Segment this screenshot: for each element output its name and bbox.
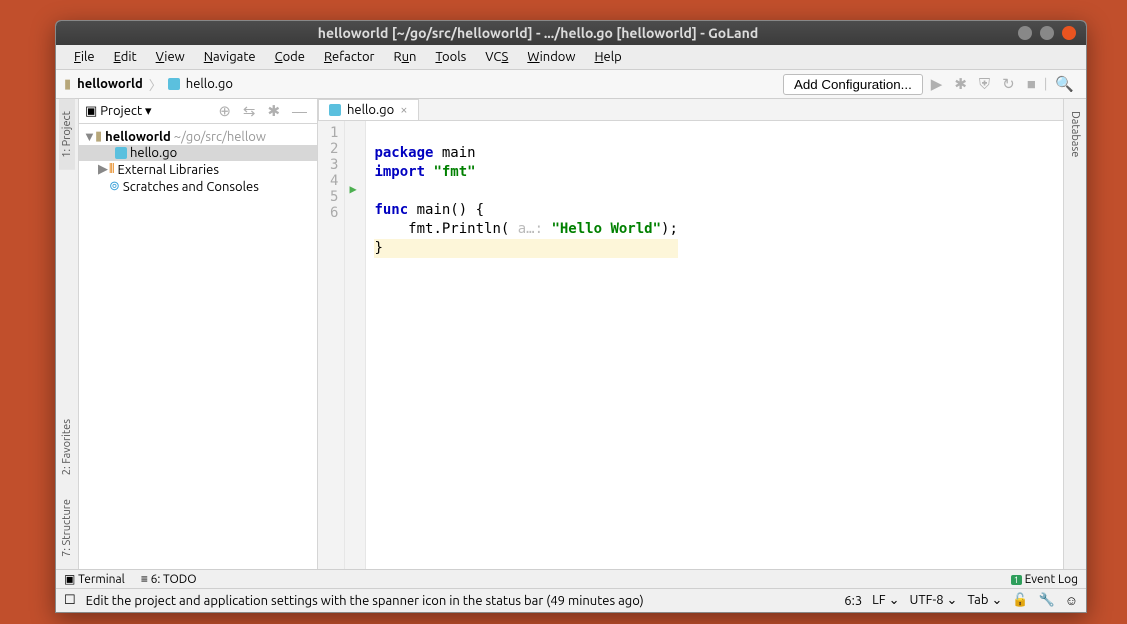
expand-icon[interactable]: ⇆ — [239, 102, 260, 120]
menu-tools[interactable]: Tools — [427, 47, 474, 67]
line-numbers: 1 2 3 4 5 6 — [318, 121, 345, 569]
editor-tab-label: hello.go — [347, 103, 394, 117]
menu-vcs[interactable]: VCS — [477, 47, 516, 67]
status-tip: Edit the project and application setting… — [86, 594, 835, 608]
app-window: helloworld [~/go/src/helloworld] - .../h… — [55, 20, 1087, 613]
profile-icon[interactable]: ↻ — [998, 75, 1019, 93]
status-tip-icon[interactable]: ☐ — [64, 593, 76, 608]
title-bar[interactable]: helloworld [~/go/src/helloworld] - .../h… — [56, 21, 1086, 45]
minimize-button[interactable] — [1018, 26, 1032, 40]
status-bar: ☐ Edit the project and application setti… — [56, 588, 1086, 612]
menu-run[interactable]: Run — [385, 47, 424, 67]
breadcrumb-sep: 〉 — [149, 75, 162, 94]
go-file-icon — [115, 147, 127, 159]
breadcrumb-project[interactable]: helloworld — [77, 77, 143, 91]
menu-window[interactable]: Window — [519, 47, 583, 67]
menu-code[interactable]: Code — [267, 47, 313, 67]
tool-tab-database[interactable]: Database — [1067, 99, 1083, 169]
tool-tab-structure[interactable]: 7: Structure — [59, 487, 75, 569]
breadcrumb-file[interactable]: hello.go — [186, 77, 233, 91]
debug-icon[interactable]: ✱ — [950, 75, 971, 93]
hide-icon[interactable]: — — [288, 103, 311, 120]
project-tree[interactable]: ▼▮ helloworld ~/go/src/hellow hello.go ▶… — [79, 124, 317, 199]
tool-tab-project[interactable]: 1: Project — [59, 99, 75, 170]
menu-file[interactable]: File — [66, 47, 103, 67]
run-icon[interactable]: ▶ — [927, 75, 947, 93]
code-area[interactable]: package main import "fmt" func main() { … — [366, 121, 677, 569]
tool-tab-favorites[interactable]: 2: Favorites — [59, 407, 75, 487]
close-button[interactable] — [1062, 26, 1076, 40]
tree-scratches[interactable]: ⊚ Scratches and Consoles — [79, 178, 317, 195]
tool-tab-todo[interactable]: ≡ 6: TODO — [141, 572, 197, 586]
main-body: 1: Project 2: Favorites 7: Structure ▣ P… — [56, 99, 1086, 569]
menu-help[interactable]: Help — [586, 47, 629, 67]
folder-icon: ▮ — [64, 77, 71, 92]
right-tool-strip: Database — [1063, 99, 1086, 569]
status-cursor[interactable]: 6:3 — [844, 594, 862, 608]
wrench-icon[interactable]: 🔧 — [1039, 593, 1055, 608]
code-editor[interactable]: 1 2 3 4 5 6 ▶ package main import "fmt" … — [318, 121, 1063, 569]
editor-tabs: hello.go × — [318, 99, 1063, 121]
bottom-tool-strip: ▣ Terminal ≡ 6: TODO 1 Event Log — [56, 569, 1086, 588]
settings-icon[interactable]: ✱ — [263, 102, 284, 120]
locate-icon[interactable]: ⊕ — [214, 102, 235, 120]
lock-icon[interactable]: 🔓 — [1012, 593, 1028, 608]
editor-pane: hello.go × 1 2 3 4 5 6 ▶ package main im… — [318, 99, 1063, 569]
tree-root[interactable]: ▼▮ helloworld ~/go/src/hellow — [79, 128, 317, 145]
go-file-icon — [168, 78, 180, 90]
project-view-selector[interactable]: ▣ Project ▾ — [85, 104, 152, 119]
window-title: helloworld [~/go/src/helloworld] - .../h… — [66, 25, 1010, 41]
menu-navigate[interactable]: Navigate — [196, 47, 264, 67]
search-icon[interactable]: 🔍 — [1051, 75, 1078, 93]
status-line-ending[interactable]: LF ⌄ — [872, 593, 899, 608]
project-tool-window: ▣ Project ▾ ⊕ ⇆ ✱ — ▼▮ helloworld ~/go/s… — [79, 99, 318, 569]
coverage-icon[interactable]: ⛨ — [975, 75, 994, 93]
stop-icon[interactable]: ■ — [1023, 75, 1040, 93]
menu-view[interactable]: View — [148, 47, 193, 67]
menu-edit[interactable]: Edit — [106, 47, 145, 67]
left-tool-strip: 1: Project 2: Favorites 7: Structure — [56, 99, 79, 569]
hector-icon[interactable]: ☺ — [1065, 593, 1078, 608]
status-encoding[interactable]: UTF-8 ⌄ — [910, 593, 958, 608]
menu-bar: File Edit View Navigate Code Refactor Ru… — [56, 45, 1086, 70]
tool-tab-terminal[interactable]: ▣ Terminal — [64, 572, 125, 586]
add-configuration-button[interactable]: Add Configuration... — [783, 74, 923, 95]
tool-tab-eventlog[interactable]: 1 Event Log — [1011, 573, 1078, 586]
menu-refactor[interactable]: Refactor — [316, 47, 383, 67]
tree-external-libraries[interactable]: ▶⫴ External Libraries — [79, 161, 317, 178]
go-file-icon — [329, 104, 341, 116]
tree-file-hello[interactable]: hello.go — [79, 145, 317, 161]
status-indent[interactable]: Tab ⌄ — [967, 593, 1002, 608]
breadcrumb: ▮ helloworld 〉 hello.go — [64, 75, 779, 94]
editor-tab-hello[interactable]: hello.go × — [318, 99, 419, 120]
run-gutter-icon[interactable]: ▶ — [349, 182, 356, 196]
navigation-bar: ▮ helloworld 〉 hello.go Add Configuratio… — [56, 70, 1086, 99]
maximize-button[interactable] — [1040, 26, 1054, 40]
close-tab-icon[interactable]: × — [400, 103, 407, 117]
gutter-marks: ▶ — [345, 121, 366, 569]
project-tool-header: ▣ Project ▾ ⊕ ⇆ ✱ — — [79, 99, 317, 124]
